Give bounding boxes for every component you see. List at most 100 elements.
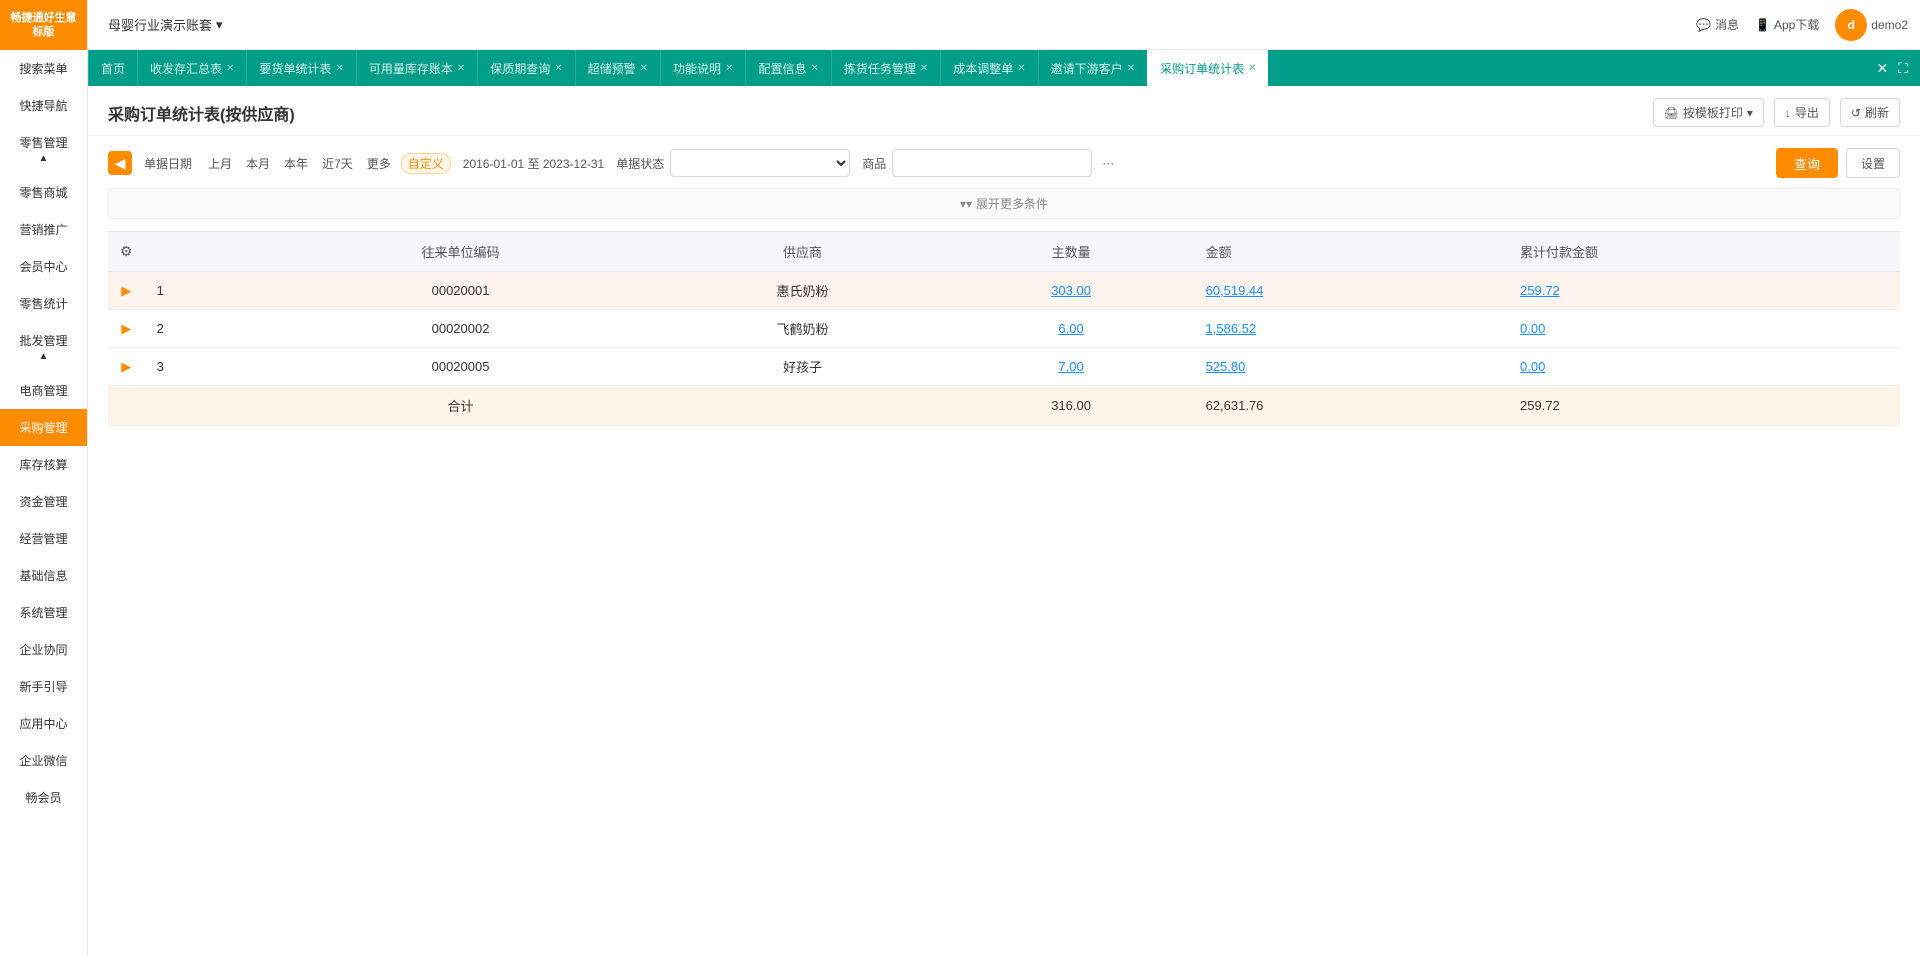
sidebar-item-零售管理[interactable]: 零售管理▲ (0, 124, 87, 174)
tab-label: 要货单统计表 (259, 60, 331, 77)
row-amount: 525.80 (1194, 348, 1508, 386)
tab-close-icon[interactable]: ✕ (457, 63, 465, 74)
footer-label: 合计 (265, 386, 657, 426)
date-btn-7days[interactable]: 近7天 (318, 153, 357, 174)
sidebar-item-营销推广[interactable]: 营销推广 (0, 211, 87, 248)
sidebar-item-经营管理[interactable]: 经营管理 (0, 520, 87, 557)
table-col-code: 往来单位编码 (265, 232, 657, 272)
print-button[interactable]: 🖨 按模板打印 ▾ (1653, 98, 1764, 127)
tab-close-icon[interactable]: ✕ (1248, 63, 1256, 74)
message-button[interactable]: 💬 消息 (1696, 16, 1739, 33)
print-icon: 🖨 (1664, 106, 1679, 120)
export-button[interactable]: ↓ 导出 (1774, 98, 1830, 127)
tab-功能说明[interactable]: 功能说明✕ (660, 50, 745, 86)
tab-close-icon[interactable]: ✕ (226, 63, 234, 74)
user-profile[interactable]: d demo2 (1835, 9, 1908, 41)
sidebar-item-畅会员[interactable]: 畅会员 (0, 779, 87, 816)
sidebar-item-企业微信[interactable]: 企业微信 (0, 742, 87, 779)
tab-配置信息[interactable]: 配置信息✕ (745, 50, 830, 86)
sidebar-item-label: 应用中心 (19, 715, 67, 732)
date-btn-this-year[interactable]: 本年 (280, 153, 312, 174)
close-window-icon[interactable]: ✕ (1876, 60, 1888, 77)
table-col-settings[interactable]: ⚙ (108, 232, 145, 272)
query-button[interactable]: 查询 (1776, 148, 1838, 178)
table-col-index (145, 232, 265, 272)
sidebar-item-搜索菜单[interactable]: 搜索菜单 (0, 50, 87, 87)
row-index: 1 (145, 272, 265, 310)
export-icon: ↓ (1785, 106, 1791, 120)
tab-要货单统计表[interactable]: 要货单统计表 ✕ (246, 50, 355, 86)
row-quantity: 303.00 (949, 272, 1194, 310)
tab-close-icon[interactable]: ✕ (640, 63, 648, 74)
date-btn-last-month[interactable]: 上月 (204, 153, 236, 174)
tab-收发存汇总表[interactable]: 收发存汇总表✕ (137, 50, 246, 86)
table-row[interactable]: ▶ 1 00020001 惠氏奶粉 303.00 60,519.44 259.7… (108, 272, 1900, 310)
date-range-display: 2016-01-01 至 2023-12-31 (463, 155, 604, 172)
tab-close-icon[interactable]: ✕ (810, 63, 818, 74)
sidebar-item-批发管理[interactable]: 批发管理▲ (0, 322, 87, 372)
tab-close-icon[interactable]: ✕ (1127, 63, 1135, 74)
table-col-amount: 金额 (1194, 232, 1508, 272)
tab-首页[interactable]: 首页 (88, 50, 137, 86)
page-title: 采购订单统计表(按供应商) (108, 101, 295, 125)
goods-filter-input[interactable] (892, 149, 1092, 177)
tab-close-icon[interactable]: ✕ (920, 63, 928, 74)
row-expand[interactable]: ▶ (108, 348, 145, 386)
app-download-button[interactable]: 📱 App下载 (1755, 16, 1819, 33)
tab-close-icon[interactable]: ✕ (1017, 63, 1025, 74)
tab-邀请下游客户[interactable]: 邀请下游客户✕ (1038, 50, 1147, 86)
status-filter-field: 单据状态 (616, 149, 850, 177)
sidebar-item-应用中心[interactable]: 应用中心 (0, 705, 87, 742)
sidebar-item-资金管理[interactable]: 资金管理 (0, 483, 87, 520)
row-expand[interactable]: ▶ (108, 272, 145, 310)
expand-more-bar[interactable]: ▾▾ 展开更多条件 (108, 188, 1900, 219)
filter-toggle-button[interactable]: ◀ (108, 151, 132, 175)
sidebar-item-零售统计[interactable]: 零售统计 (0, 285, 87, 322)
workspace-selector[interactable]: 母婴行业演示账套 ▾ (100, 11, 231, 38)
print-dropdown-icon: ▾ (1747, 106, 1753, 120)
status-filter-select[interactable] (670, 149, 850, 177)
table-row[interactable]: ▶ 3 00020005 好孩子 7.00 525.80 0.00 (108, 348, 1900, 386)
goods-filter-label: 商品 (862, 155, 886, 172)
sidebar-item-库存核算[interactable]: 库存核算 (0, 446, 87, 483)
footer-empty-2 (145, 386, 265, 426)
settings-button[interactable]: 设置 (1846, 148, 1900, 178)
sidebar-item-采购管理[interactable]: 采购管理 (0, 409, 87, 446)
sidebar-item-基础信息[interactable]: 基础信息 (0, 557, 87, 594)
tab-close-icon[interactable]: ✕ (335, 63, 343, 74)
tab-close-icon[interactable]: ✕ (725, 63, 733, 74)
sidebar-item-企业协同[interactable]: 企业协同 (0, 631, 87, 668)
table-col-supplier: 供应商 (657, 232, 949, 272)
maximize-icon[interactable]: ⛶ (1898, 60, 1908, 77)
row-amount: 1,586.52 (1194, 310, 1508, 348)
tab-超储预警[interactable]: 超储预警✕ (575, 50, 660, 86)
tab-可用量库存账本[interactable]: 可用量库存账本✕ (356, 50, 477, 86)
goods-filter-more[interactable]: ··· (1102, 156, 1114, 170)
sidebar-item-新手引导[interactable]: 新手引导 (0, 668, 87, 705)
date-btn-more[interactable]: 更多 (363, 153, 395, 174)
table-col-paid: 累计付款金额 (1508, 232, 1900, 272)
goods-filter-field: 商品 ··· (862, 149, 1114, 177)
top-bar-right: 💬 消息 📱 App下载 d demo2 (1696, 9, 1908, 41)
tab-成本调整单[interactable]: 成本调整单✕ (940, 50, 1037, 86)
row-supplier: 惠氏奶粉 (657, 272, 949, 310)
sidebar-item-label: 会员中心 (19, 258, 67, 275)
sidebar-item-label: 批发管理 (19, 332, 67, 349)
refresh-button[interactable]: ↺ 刷新 (1840, 98, 1900, 127)
row-paid: 0.00 (1508, 310, 1900, 348)
footer-paid: 259.72 (1508, 386, 1900, 426)
tab-close-icon[interactable]: ✕ (554, 63, 562, 74)
row-expand[interactable]: ▶ (108, 310, 145, 348)
tab-采购订单统计表[interactable]: 采购订单统计表✕ (1147, 50, 1268, 86)
tab-拣货任务管理[interactable]: 拣货任务管理✕ (831, 50, 940, 86)
sidebar-item-会员中心[interactable]: 会员中心 (0, 248, 87, 285)
sidebar-item-零售商城[interactable]: 零售商城 (0, 174, 87, 211)
sidebar-item-label: 快捷导航 (19, 97, 67, 114)
date-btn-this-month[interactable]: 本月 (242, 153, 274, 174)
sidebar-item-快捷导航[interactable]: 快捷导航 (0, 87, 87, 124)
tab-保质期查询[interactable]: 保质期查询✕ (477, 50, 574, 86)
table-row[interactable]: ▶ 2 00020002 飞鹤奶粉 6.00 1,586.52 0.00 (108, 310, 1900, 348)
date-btn-custom[interactable]: 自定义 (401, 153, 451, 174)
sidebar-item-电商管理[interactable]: 电商管理 (0, 372, 87, 409)
sidebar-item-系统管理[interactable]: 系统管理 (0, 594, 87, 631)
